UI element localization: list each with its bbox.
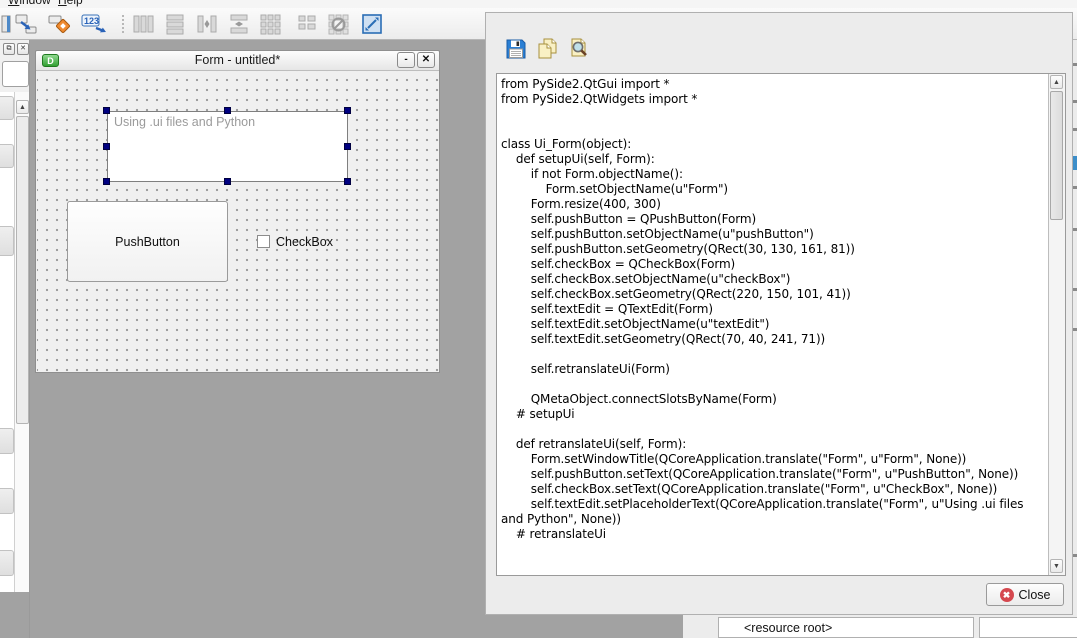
generated-code-text[interactable]: from PySide2.QtGui import * from PySide2… [497,74,1048,575]
edit-buddies-icon[interactable] [48,12,72,36]
checkbox-box[interactable] [257,235,270,248]
widget-box-category[interactable] [0,488,14,514]
checkbox-widget[interactable]: CheckBox [257,221,358,262]
resource-preview-panel [979,617,1077,638]
selection-handle[interactable] [344,143,351,150]
cutoff-row-mark [1073,63,1077,66]
form-canvas[interactable]: Using .ui files and Python PushButton Ch… [37,71,439,372]
form-titlebar[interactable]: D Form - untitled* - ✕ [36,51,439,71]
cutoff-row-mark [1073,554,1077,557]
widget-box-scrollbar[interactable]: ▲ [14,92,29,592]
cutoff-row-mark [1073,328,1077,331]
adjust-size-icon[interactable] [360,12,384,36]
menu-help[interactable]: Help [58,0,83,7]
selection-handle[interactable] [103,107,110,114]
checkbox-label: CheckBox [276,235,333,249]
edit-signals-slots-icon[interactable] [14,12,38,36]
resource-browser-panel: <resource root> [718,617,974,638]
scroll-up-icon[interactable]: ▲ [1050,75,1063,89]
menu-bar: Window Help [0,0,1077,8]
close-button[interactable]: ✖ Close [986,583,1064,606]
lay-out-vertically-icon[interactable] [163,12,187,36]
minimize-icon[interactable]: - [397,52,415,68]
save-icon[interactable] [505,38,529,62]
close-button-icon: ✖ [1000,588,1014,602]
widget-box-category[interactable] [0,226,14,256]
lay-out-form-icon[interactable] [295,12,319,36]
copy-icon[interactable] [536,38,560,62]
dock-cutoff-area [0,592,29,638]
find-icon[interactable] [568,38,592,62]
widget-box-dock: ⧉ ✕ ▲ [0,40,30,638]
widget-box-category[interactable] [0,428,14,454]
selection-handle[interactable] [224,107,231,114]
selection-handle[interactable] [224,178,231,185]
edit-tab-order-icon[interactable]: 123 [80,12,110,36]
selection-handle[interactable] [344,107,351,114]
widget-filter-input[interactable] [2,61,29,87]
svg-text:123: 123 [84,16,99,26]
close-button-label: Close [1019,588,1051,602]
edit-widgets-icon[interactable] [0,12,12,36]
widget-box-list[interactable] [0,92,14,592]
cutoff-row-mark [1073,100,1077,103]
break-layout-icon[interactable] [326,12,350,36]
cutoff-row-mark [1073,228,1077,231]
lay-out-grid-icon[interactable] [258,12,282,36]
menu-window[interactable]: Window [8,0,51,7]
form-editor-window: D Form - untitled* - ✕ Using .ui files a… [35,50,440,373]
widget-box-category[interactable] [0,550,14,576]
cutoff-row-mark [1073,128,1077,131]
lay-out-horizontally-icon[interactable] [131,12,155,36]
dock-float-icon[interactable]: ⧉ [3,43,15,55]
selection-handle[interactable] [103,178,110,185]
pushbutton-widget[interactable]: PushButton [67,201,228,282]
dock-close-icon[interactable]: ✕ [17,43,29,55]
cutoff-row-mark [1073,288,1077,291]
textedit-widget[interactable]: Using .ui files and Python [107,111,348,182]
qt-designer-window: Window Help 123 [0,0,1077,638]
cutoff-row-mark [1073,186,1077,189]
lay-out-vertical-splitter-icon[interactable] [227,12,251,36]
bottom-dock-strip: <resource root> [683,615,1077,638]
code-scrollbar[interactable]: ▲ ▼ [1048,74,1065,575]
selection-handle[interactable] [344,178,351,185]
scroll-up-icon[interactable]: ▲ [16,100,29,114]
toolbar-separator [122,15,124,33]
resource-root-item[interactable]: <resource root> [744,621,832,635]
scrollbar-thumb[interactable] [16,116,29,424]
lay-out-horizontal-splitter-icon[interactable] [195,12,219,36]
view-code-dialog: from PySide2.QtGui import * from PySide2… [485,12,1073,615]
code-panel: from PySide2.QtGui import * from PySide2… [496,73,1066,576]
widget-box-category[interactable] [0,144,14,168]
widget-box-category[interactable] [0,96,14,120]
close-icon[interactable]: ✕ [417,52,435,68]
scroll-down-icon[interactable]: ▼ [1050,559,1063,573]
selection-handle[interactable] [103,143,110,150]
cutoff-selected-row-mark [1073,156,1077,170]
form-window-title: Form - untitled* [36,53,439,67]
scrollbar-thumb[interactable] [1050,91,1063,220]
